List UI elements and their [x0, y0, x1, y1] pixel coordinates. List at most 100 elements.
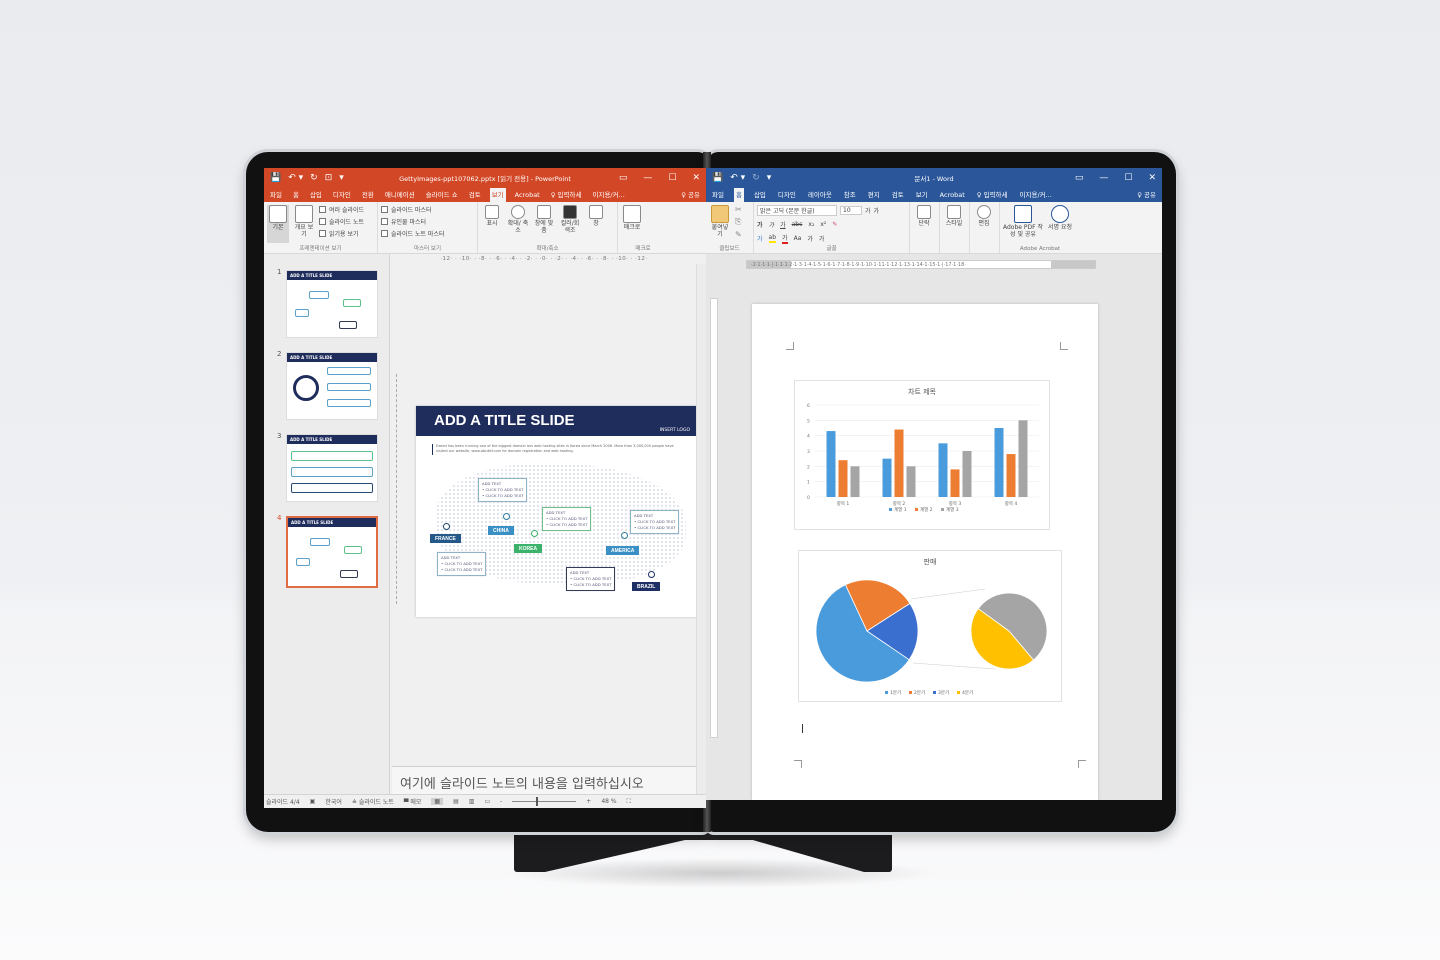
share-button[interactable]: ♀ 공유	[679, 188, 702, 202]
tab-file[interactable]: 파일	[268, 188, 284, 202]
styles-button[interactable]: 스타일	[943, 205, 965, 243]
tab-view[interactable]: 보기	[489, 188, 506, 202]
comments-toggle-button[interactable]: ▀ 메모	[404, 797, 422, 806]
tab-home[interactable]: 홈	[291, 188, 301, 202]
text-effects-button[interactable]: 가	[757, 234, 763, 243]
slide-canvas[interactable]: ADD A TITLE SLIDE INSERT LOGO Exeed has …	[416, 406, 696, 617]
normal-view-button[interactable]: 기본	[267, 205, 289, 243]
tab-review[interactable]: 검토	[890, 188, 906, 202]
pie-of-pie-chart[interactable]: 판매 1분기 2분기 3분기 4분기	[798, 550, 1062, 702]
fit-to-window-button[interactable]: 창에 맞춤	[533, 205, 555, 243]
tab-review[interactable]: 검토	[467, 188, 483, 202]
font-color-button[interactable]: 가	[782, 233, 788, 244]
font-name-select[interactable]: 맑은 고딕 (본문 한글)	[757, 205, 837, 216]
format-painter-icon[interactable]: ✎	[735, 230, 742, 239]
tell-me-search[interactable]: ♀ 입력하세	[549, 188, 584, 202]
tab-home[interactable]: 홈	[733, 188, 744, 202]
zoom-out-button[interactable]: -	[500, 798, 502, 805]
zoom-button[interactable]: 확대/ 축소	[507, 205, 529, 243]
country-tag-america[interactable]: AMERICA	[606, 546, 640, 555]
normal-view-status-icon[interactable]: ▦	[431, 798, 444, 805]
document-page[interactable]: 차트 제목 0 1 2 3 4 5 6 항목 1 항목 2 항목 3 항목 4 계열 1 계열 2 계열 …	[752, 304, 1098, 800]
close-icon[interactable]: ✕	[1148, 173, 1156, 183]
callout-box[interactable]: ADD TEXT • CLICK TO ADD TEXT • CLICK TO …	[542, 507, 592, 532]
bar-chart[interactable]: 차트 제목 0 1 2 3 4 5 6 항목 1 항목 2 항목 3 항목 4 계열 1 계열 2 계열 …	[794, 380, 1050, 530]
clear-formatting-icon[interactable]: ✎	[832, 221, 837, 228]
tab-slideshow[interactable]: 슬라이드 쇼	[424, 188, 460, 202]
notes-master-button[interactable]: 슬라이드 노트 마스터	[381, 229, 445, 238]
callout-box[interactable]: ADD TEXT • CLICK TO ADD TEXT • CLICK TO …	[437, 552, 487, 577]
cut-icon[interactable]: ✂	[735, 205, 742, 214]
tab-references[interactable]: 참조	[842, 188, 858, 202]
reading-view-status-icon[interactable]: ▥	[469, 798, 475, 805]
tab-file[interactable]: 파일	[710, 188, 726, 202]
callout-box[interactable]: ADD TEXT • CLICK TO ADD TEXT • CLICK TO …	[630, 510, 680, 535]
ribbon-display-options-icon[interactable]: ▭	[619, 173, 628, 183]
callout-box[interactable]: ADD TEXT • CLICK TO ADD TEXT • CLICK TO …	[478, 478, 528, 503]
tab-acrobat[interactable]: Acrobat	[938, 188, 967, 202]
slide-title[interactable]: ADD A TITLE SLIDE	[434, 412, 575, 429]
underline-button[interactable]: 가	[780, 220, 786, 229]
undo-icon[interactable]: ↶ ▾	[730, 173, 745, 183]
ppt-vertical-scrollbar[interactable]	[696, 264, 706, 794]
notes-page-button[interactable]: 슬라이드 노트	[319, 217, 364, 226]
callout-box[interactable]: ADD TEXT • CLICK TO ADD TEXT • CLICK TO …	[566, 567, 616, 592]
outline-view-button[interactable]: 개요 보기	[293, 205, 315, 243]
paragraph-button[interactable]: 단락	[913, 205, 935, 243]
italic-button[interactable]: 가	[769, 220, 775, 229]
shrink-font-icon[interactable]: 가	[874, 206, 880, 215]
color-grayscale-button[interactable]: 컬러/회 색조	[559, 205, 581, 243]
maximize-icon[interactable]: ☐	[668, 173, 676, 183]
presentation-start-icon[interactable]: ⊡	[325, 173, 333, 183]
spellcheck-icon[interactable]: ▣	[310, 798, 316, 805]
zoom-level[interactable]: 48 %	[601, 798, 616, 805]
tab-insert[interactable]: 삽입	[308, 188, 324, 202]
tab-animations[interactable]: 애니메이션	[383, 188, 417, 202]
window-button[interactable]: 창	[585, 205, 607, 243]
enclose-characters-button[interactable]: 가	[819, 234, 825, 243]
maximize-icon[interactable]: ☐	[1124, 173, 1132, 183]
slide-thumbnail-3[interactable]: ADD A TITLE SLIDE	[286, 434, 378, 502]
subscript-button[interactable]: x₂	[808, 221, 814, 228]
editing-button[interactable]: 편집	[973, 205, 995, 243]
slide-notes-input[interactable]: 여기에 슬라이드 노트의 내용을 입력하십시오	[392, 766, 696, 794]
change-case-button[interactable]: Aa	[794, 235, 802, 242]
save-icon[interactable]: 💾	[270, 173, 281, 183]
tab-design[interactable]: 디자인	[776, 188, 798, 202]
minimize-icon[interactable]: —	[1099, 173, 1108, 183]
redo-icon[interactable]: ↻	[310, 173, 318, 183]
redo-icon[interactable]: ↻	[752, 173, 760, 183]
slideshow-status-icon[interactable]: ▭	[484, 798, 490, 805]
country-tag-korea[interactable]: KOREA	[514, 544, 543, 553]
user-account[interactable]: 이지용/커...	[1018, 188, 1054, 202]
slide-thumbnail-4[interactable]: ADD A TITLE SLIDE	[286, 516, 378, 588]
tab-layout[interactable]: 레이아웃	[806, 188, 834, 202]
superscript-button[interactable]: x²	[820, 221, 826, 228]
close-icon[interactable]: ✕	[692, 173, 700, 183]
ribbon-display-options-icon[interactable]: ▭	[1075, 173, 1084, 183]
tab-design[interactable]: 디자인	[331, 188, 353, 202]
slide-logo-placeholder[interactable]: INSERT LOGO	[660, 428, 690, 433]
country-tag-china[interactable]: CHINA	[488, 526, 514, 535]
bold-button[interactable]: 가	[757, 220, 763, 229]
save-icon[interactable]: 💾	[712, 173, 723, 183]
font-size-select[interactable]: 10	[840, 206, 862, 215]
country-tag-brazil[interactable]: BRAZIL	[632, 582, 661, 591]
notes-toggle-button[interactable]: ≙ 슬라이드 노트	[352, 797, 394, 806]
handout-master-button[interactable]: 유인물 마스터	[381, 217, 445, 226]
share-button[interactable]: ♀ 공유	[1135, 188, 1158, 202]
paste-button[interactable]: 붙여넣기	[709, 205, 731, 243]
user-account[interactable]: 이지용/커...	[590, 188, 626, 202]
language-indicator[interactable]: 한국어	[325, 797, 342, 806]
slide-sorter-status-icon[interactable]: ▤	[453, 798, 459, 805]
fit-slide-icon[interactable]: ⛶	[627, 798, 631, 806]
zoom-slider-thumb[interactable]	[536, 797, 539, 806]
tell-me-search[interactable]: ♀ 입력하세	[975, 188, 1010, 202]
slide-thumbnail-2[interactable]: ADD A TITLE SLIDE	[286, 352, 378, 420]
slide-master-button[interactable]: 슬라이드 마스터	[381, 205, 445, 214]
show-button[interactable]: 표시	[481, 205, 503, 243]
tab-transitions[interactable]: 전환	[360, 188, 376, 202]
zoom-slider[interactable]	[512, 797, 577, 806]
strikethrough-button[interactable]: abc	[792, 221, 803, 228]
slide-intro-text[interactable]: Exeed has been running one of the bigges…	[432, 444, 682, 455]
